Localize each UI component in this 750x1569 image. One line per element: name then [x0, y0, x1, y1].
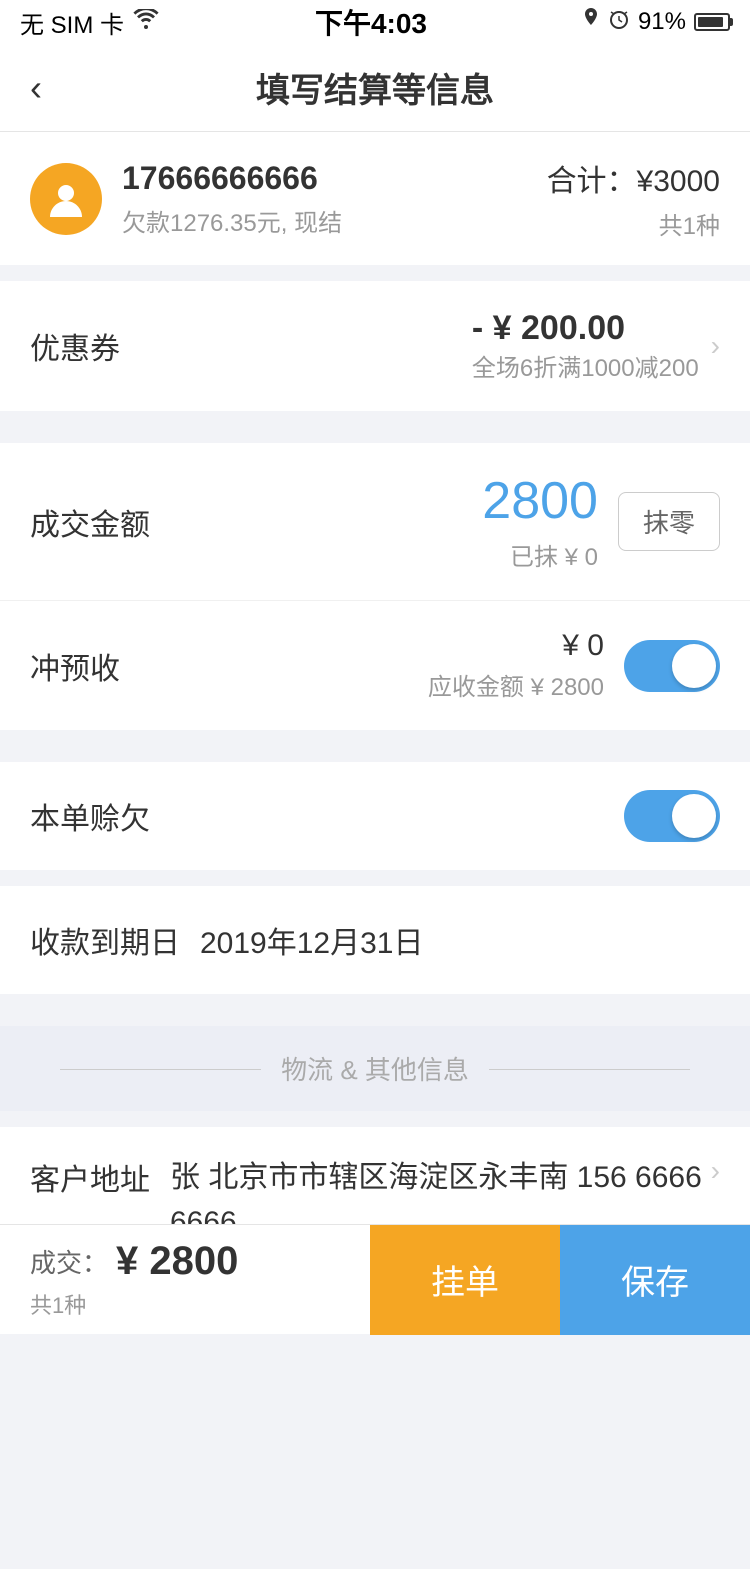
- advance-toggle[interactable]: [624, 640, 720, 692]
- status-time: 下午4:03: [315, 2, 427, 42]
- page-title: 填写结算等信息: [256, 63, 494, 112]
- address-label: 客户地址: [30, 1155, 150, 1199]
- advance-amount-block: ¥ 0 应收金额 ¥ 2800: [428, 629, 604, 702]
- address-chevron-icon: ›: [711, 1155, 720, 1187]
- main-content: 17666666666 欠款1276.35元, 现结 合计：¥3000 共1种 …: [0, 132, 750, 1569]
- logistics-divider: 物流 & 其他信息: [0, 1026, 750, 1111]
- coupon-label: 优惠券: [30, 324, 120, 368]
- battery-icon: [694, 13, 730, 31]
- wifi-icon: [132, 8, 160, 36]
- coupon-row[interactable]: 优惠券 - ¥ 200.00 全场6折满1000减200 ›: [0, 281, 750, 411]
- status-bar: 无 SIM 卡 下午4:03 91%: [0, 0, 750, 44]
- divider-1: [0, 427, 750, 443]
- advance-amount-value: ¥ 0: [428, 629, 604, 663]
- advance-label: 冲预收: [30, 644, 120, 688]
- divider-2: [0, 746, 750, 762]
- customer-debt: 欠款1276.35元, 现结: [122, 203, 342, 238]
- bottom-summary: 成交： ¥ 2800 共1种: [0, 1239, 370, 1320]
- status-right: 91%: [582, 8, 730, 37]
- nav-bar: ‹ 填写结算等信息: [0, 44, 750, 132]
- alarm-icon: [608, 8, 630, 37]
- divider-3: [0, 1010, 750, 1026]
- avatar: [30, 163, 102, 235]
- due-date-value: 2019年12月31日: [200, 918, 423, 962]
- bottom-count: 共1种: [30, 1288, 370, 1320]
- advance-offset-row: 冲预收 ¥ 0 应收金额 ¥ 2800: [0, 601, 750, 730]
- bottom-bar: 成交： ¥ 2800 共1种 挂单 保存: [0, 1224, 750, 1334]
- due-date-row: 收款到期日 2019年12月31日: [0, 886, 750, 994]
- advance-right: ¥ 0 应收金额 ¥ 2800: [428, 629, 720, 702]
- bottom-transaction: 成交： ¥ 2800: [30, 1239, 370, 1284]
- customer-card: 17666666666 欠款1276.35元, 现结 合计：¥3000 共1种: [0, 132, 750, 265]
- no-sim-label: 无 SIM 卡: [20, 5, 124, 40]
- battery-percent: 91%: [638, 8, 686, 36]
- transaction-amount-value: 2800: [482, 471, 598, 531]
- bottom-trans-label: 成交：: [30, 1243, 108, 1280]
- customer-info: 17666666666 欠款1276.35元, 现结: [122, 160, 342, 238]
- coupon-description: 全场6折满1000减200: [472, 348, 699, 383]
- logistics-label: 物流 & 其他信息: [261, 1055, 489, 1085]
- coupon-discount: - ¥ 200.00: [472, 309, 699, 348]
- zeroed-info: 已抹 ¥ 0: [482, 537, 598, 572]
- coupon-right: - ¥ 200.00 全场6折满1000减200 ›: [472, 309, 720, 383]
- coupon-chevron-icon: ›: [711, 330, 720, 362]
- credit-row: 本单赊欠: [0, 762, 750, 870]
- transaction-label: 成交金额: [30, 500, 150, 544]
- total-count: 共1种: [547, 206, 720, 241]
- save-button[interactable]: 保存: [560, 1225, 750, 1335]
- credit-section: 本单赊欠: [0, 762, 750, 870]
- customer-left: 17666666666 欠款1276.35元, 现结: [30, 160, 342, 238]
- customer-right: 合计：¥3000 共1种: [547, 156, 720, 241]
- location-icon: [582, 8, 600, 37]
- round-zero-button[interactable]: 抹零: [618, 492, 720, 551]
- toggle-knob: [672, 644, 716, 688]
- transaction-section: 成交金额 2800 已抹 ¥ 0 抹零 冲预收 ¥ 0 应收金额 ¥ 2800: [0, 443, 750, 730]
- hang-order-button[interactable]: 挂单: [370, 1225, 560, 1335]
- total-amount: 合计：¥3000: [547, 156, 720, 200]
- bottom-trans-amount: ¥ 2800: [116, 1239, 238, 1284]
- credit-label: 本单赊欠: [30, 794, 150, 838]
- amount-block: 2800 已抹 ¥ 0: [482, 471, 598, 572]
- credit-toggle-knob: [672, 794, 716, 838]
- back-button[interactable]: ‹: [30, 67, 90, 109]
- status-left: 无 SIM 卡: [20, 5, 160, 40]
- credit-toggle[interactable]: [624, 790, 720, 842]
- customer-phone: 17666666666: [122, 160, 342, 197]
- advance-sub-text: 应收金额 ¥ 2800: [428, 667, 604, 702]
- transaction-amount-row: 成交金额 2800 已抹 ¥ 0 抹零: [0, 443, 750, 601]
- transaction-right: 2800 已抹 ¥ 0 抹零: [482, 471, 720, 572]
- due-date-label: 收款到期日: [30, 918, 180, 962]
